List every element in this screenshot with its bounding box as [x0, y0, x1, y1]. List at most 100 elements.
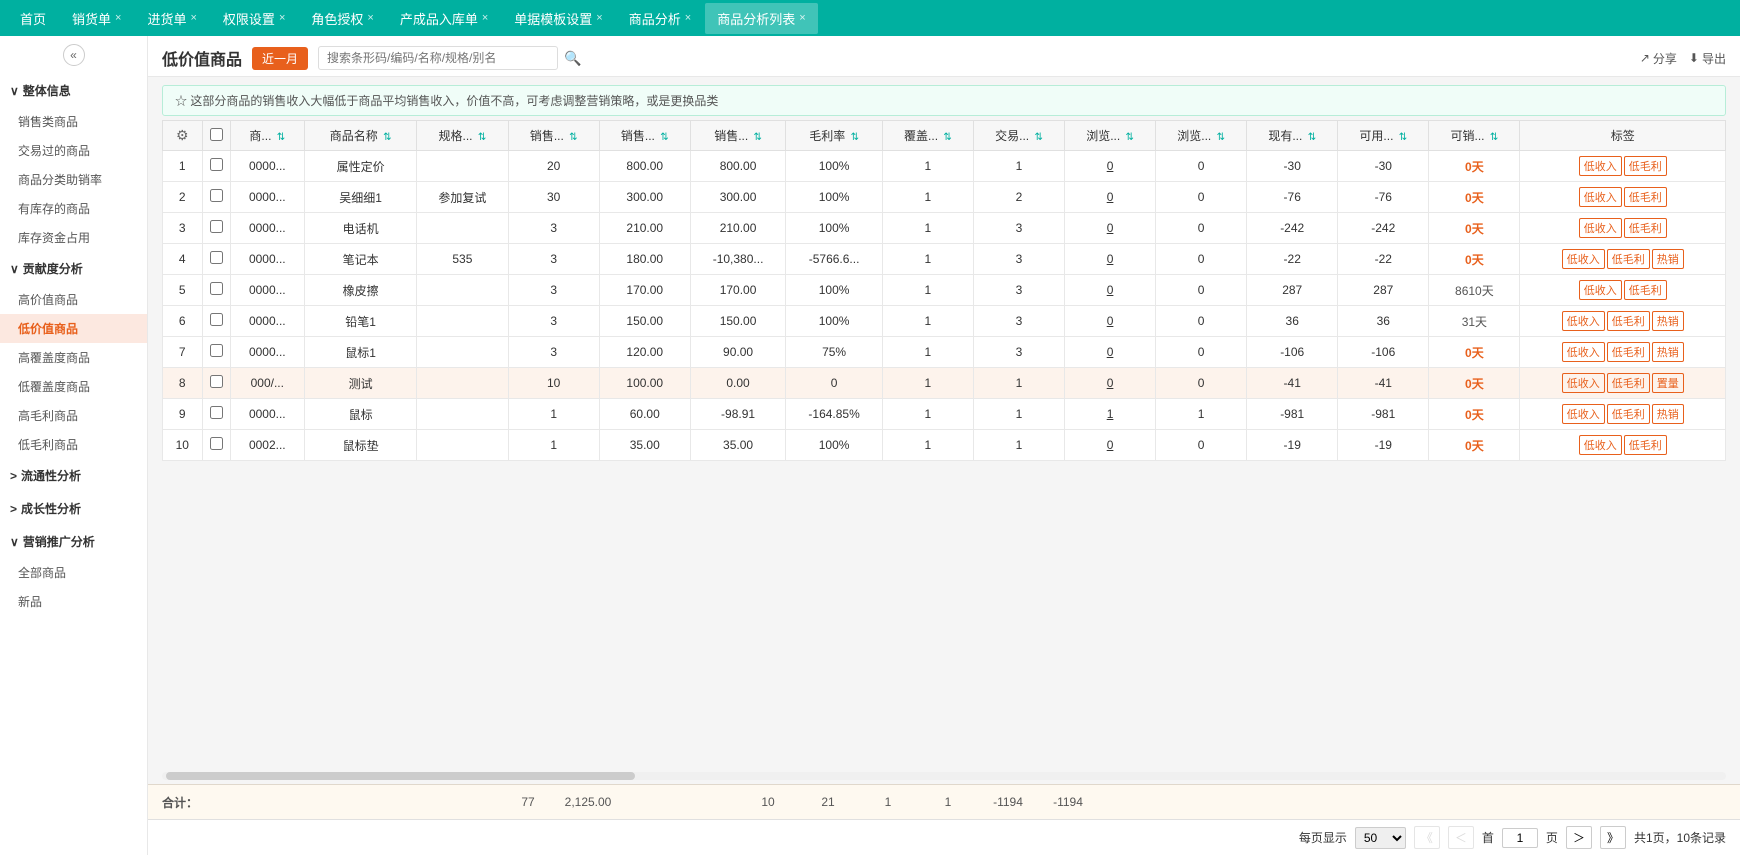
- search-submit-btn[interactable]: 🔍: [564, 50, 581, 67]
- sidebar-group-contribution[interactable]: ∨ 贡献度分析: [0, 252, 147, 285]
- row-checkbox[interactable]: [210, 158, 223, 171]
- col-available-stock-header[interactable]: 可用... ⇅: [1338, 121, 1429, 151]
- col-views1-header[interactable]: 浏览... ⇅: [1065, 121, 1156, 151]
- row-views1[interactable]: 0: [1065, 244, 1156, 275]
- row-views1[interactable]: 0: [1065, 182, 1156, 213]
- nav-purchase-close[interactable]: ×: [190, 12, 196, 24]
- export-btn[interactable]: ⬇ 导出: [1689, 50, 1726, 67]
- row-views1[interactable]: 0: [1065, 275, 1156, 306]
- sidebar-group-growth[interactable]: > 成长性分析: [0, 492, 147, 525]
- stock-link[interactable]: 0: [1107, 314, 1114, 328]
- sidebar-item-traded-products[interactable]: 交易过的商品: [0, 136, 147, 165]
- sidebar-group-marketing[interactable]: ∨ 营销推广分析: [0, 525, 147, 558]
- sidebar-item-low-value[interactable]: 低价值商品: [0, 314, 147, 343]
- nav-product-analysis-list[interactable]: 商品分析列表 ×: [705, 3, 817, 34]
- stock-link[interactable]: 0: [1107, 376, 1114, 390]
- sidebar-item-category-rate[interactable]: 商品分类助销率: [0, 165, 147, 194]
- horizontal-scrollbar[interactable]: [162, 772, 1726, 780]
- stock-link[interactable]: 0: [1107, 221, 1114, 235]
- filter-recent-month-btn[interactable]: 近一月: [252, 47, 308, 70]
- col-settings[interactable]: ⚙: [163, 121, 203, 151]
- nav-auth-close[interactable]: ×: [279, 12, 285, 24]
- nav-template-close[interactable]: ×: [596, 12, 602, 24]
- row-checkbox-cell[interactable]: [202, 430, 230, 461]
- col-sales-profit-header[interactable]: 销售... ⇅: [690, 121, 786, 151]
- nav-product-inbound[interactable]: 产成品入库单 ×: [388, 3, 500, 34]
- row-checkbox[interactable]: [210, 251, 223, 264]
- row-checkbox[interactable]: [210, 220, 223, 233]
- sidebar-item-high-coverage[interactable]: 高覆盖度商品: [0, 343, 147, 372]
- next-page-btn[interactable]: ＞: [1566, 826, 1592, 849]
- row-views1[interactable]: 0: [1065, 151, 1156, 182]
- nav-product-analysis[interactable]: 商品分析 ×: [617, 3, 703, 34]
- nav-role-auth[interactable]: 角色授权 ×: [299, 3, 385, 34]
- nav-list-close[interactable]: ×: [799, 12, 805, 24]
- sidebar-item-low-margin[interactable]: 低毛利商品: [0, 430, 147, 459]
- col-current-stock-header[interactable]: 现有... ⇅: [1247, 121, 1338, 151]
- nav-home[interactable]: 首页: [8, 3, 58, 34]
- page-size-select[interactable]: 50 20 100 200: [1355, 827, 1406, 849]
- nav-role-close[interactable]: ×: [367, 12, 373, 24]
- page-number-input[interactable]: [1502, 828, 1538, 848]
- col-code-header[interactable]: 商... ⇅: [230, 121, 305, 151]
- nav-template-settings[interactable]: 单据模板设置 ×: [502, 3, 614, 34]
- col-name-header[interactable]: 商品名称 ⇅: [305, 121, 417, 151]
- search-input[interactable]: [318, 46, 558, 70]
- row-checkbox-cell[interactable]: [202, 182, 230, 213]
- sidebar-group-overview[interactable]: ∨ 整体信息: [0, 74, 147, 107]
- row-checkbox-cell[interactable]: [202, 244, 230, 275]
- sidebar-item-inventory-capital[interactable]: 库存资金占用: [0, 223, 147, 252]
- row-views1[interactable]: 1: [1065, 399, 1156, 430]
- row-checkbox-cell[interactable]: [202, 213, 230, 244]
- col-checkbox-header[interactable]: [202, 121, 230, 151]
- row-checkbox[interactable]: [210, 313, 223, 326]
- row-checkbox[interactable]: [210, 437, 223, 450]
- first-page-btn[interactable]: 《: [1414, 826, 1440, 849]
- col-sellable-stock-header[interactable]: 可销... ⇅: [1429, 121, 1520, 151]
- last-page-btn[interactable]: 》: [1600, 826, 1626, 849]
- stock-link[interactable]: 1: [1107, 407, 1114, 421]
- row-views1[interactable]: 0: [1065, 430, 1156, 461]
- row-checkbox[interactable]: [210, 189, 223, 202]
- prev-page-btn[interactable]: ＜: [1448, 826, 1474, 849]
- stock-link[interactable]: 0: [1107, 438, 1114, 452]
- row-views1[interactable]: 0: [1065, 337, 1156, 368]
- sidebar-collapse-btn[interactable]: «: [63, 44, 85, 66]
- nav-sales-close[interactable]: ×: [115, 12, 121, 24]
- row-checkbox[interactable]: [210, 282, 223, 295]
- col-spec-header[interactable]: 规格... ⇅: [417, 121, 509, 151]
- row-checkbox[interactable]: [210, 375, 223, 388]
- row-checkbox-cell[interactable]: [202, 337, 230, 368]
- sidebar-item-sales-products[interactable]: 销售类商品: [0, 107, 147, 136]
- row-checkbox-cell[interactable]: [202, 306, 230, 337]
- select-all-checkbox[interactable]: [210, 128, 223, 141]
- sidebar-item-high-value[interactable]: 高价值商品: [0, 285, 147, 314]
- sidebar-item-high-margin[interactable]: 高毛利商品: [0, 401, 147, 430]
- sidebar-item-stocked-products[interactable]: 有库存的商品: [0, 194, 147, 223]
- sidebar-item-new-products[interactable]: 新品: [0, 587, 147, 616]
- col-sales-qty-header[interactable]: 销售... ⇅: [508, 121, 599, 151]
- row-checkbox-cell[interactable]: [202, 151, 230, 182]
- col-sales-amount-header[interactable]: 销售... ⇅: [599, 121, 690, 151]
- row-checkbox-cell[interactable]: [202, 275, 230, 306]
- row-checkbox-cell[interactable]: [202, 399, 230, 430]
- nav-product-close[interactable]: ×: [482, 12, 488, 24]
- share-btn[interactable]: ↗ 分享: [1640, 50, 1677, 67]
- col-trade-header[interactable]: 交易... ⇅: [973, 121, 1064, 151]
- settings-icon[interactable]: ⚙: [176, 127, 189, 143]
- nav-purchase[interactable]: 进货单 ×: [135, 3, 208, 34]
- nav-analysis-close[interactable]: ×: [685, 12, 691, 24]
- row-views1[interactable]: 0: [1065, 368, 1156, 399]
- stock-link[interactable]: 0: [1107, 159, 1114, 173]
- scrollbar-thumb[interactable]: [166, 772, 635, 780]
- sidebar-item-all-products[interactable]: 全部商品: [0, 558, 147, 587]
- row-views1[interactable]: 0: [1065, 306, 1156, 337]
- row-checkbox[interactable]: [210, 344, 223, 357]
- col-views2-header[interactable]: 浏览... ⇅: [1156, 121, 1247, 151]
- stock-link[interactable]: 0: [1107, 283, 1114, 297]
- col-coverage-header[interactable]: 覆盖... ⇅: [882, 121, 973, 151]
- row-checkbox-cell[interactable]: [202, 368, 230, 399]
- stock-link[interactable]: 0: [1107, 190, 1114, 204]
- stock-link[interactable]: 0: [1107, 345, 1114, 359]
- nav-sales[interactable]: 销货单 ×: [60, 3, 133, 34]
